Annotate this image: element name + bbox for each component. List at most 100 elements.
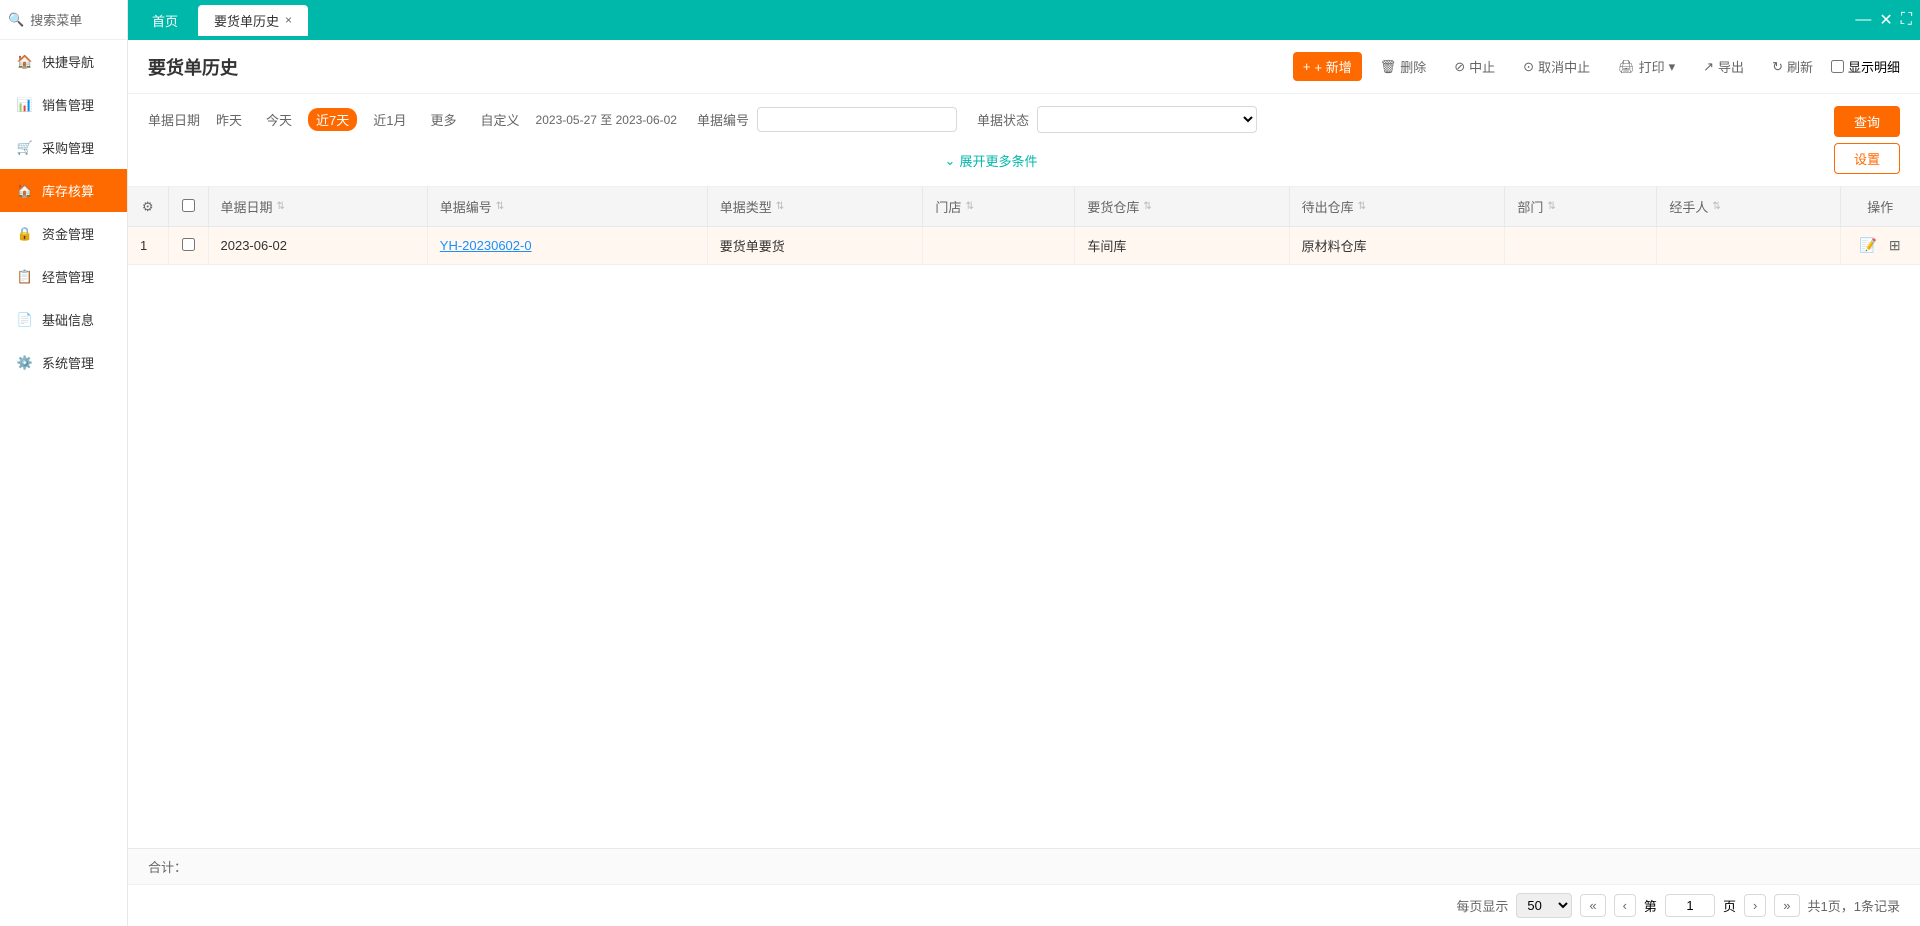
filter-setting-button[interactable]: 设置 (1834, 143, 1900, 174)
sort-icon: ⇅ (1712, 201, 1720, 212)
first-page-button[interactable]: « (1580, 894, 1605, 917)
refresh-button[interactable]: ↻ 刷新 (1762, 52, 1823, 81)
print-button-label: 打印 (1639, 57, 1665, 76)
next-page-button[interactable]: › (1744, 894, 1766, 917)
doc-icon: 📄 (16, 311, 34, 329)
page-number-input[interactable] (1665, 894, 1715, 917)
table-row[interactable]: 1 2023-06-02 YH-20230602-0 要货单要货 车间库 原材料… (128, 227, 1920, 265)
pagination: 每页显示 20 50 100 200 « ‹ 第 页 › » 共1页，1条记录 (128, 884, 1920, 926)
delete-button[interactable]: 🗑 删除 (1370, 52, 1437, 81)
doc-no-link[interactable]: YH-20230602-0 (440, 238, 532, 253)
date-btn-7days[interactable]: 近7天 (308, 108, 357, 131)
query-button[interactable]: 查询 (1834, 106, 1900, 137)
th-req-warehouse[interactable]: 要货仓库 ⇅ (1075, 187, 1289, 227)
th-settings[interactable]: ⚙ (128, 187, 168, 227)
cancel-stop-icon: ⊙ (1523, 59, 1534, 75)
sidebar-item-inventory[interactable]: 🏠 库存核算 (0, 169, 127, 212)
cart-icon: 🛒 (16, 139, 34, 157)
date-btn-more[interactable]: 更多 (423, 108, 465, 131)
th-checkbox[interactable] (168, 187, 208, 227)
expand-label: 展开更多条件 (959, 151, 1037, 170)
table-head: ⚙ 单据日期 ⇅ 单据编号 (128, 187, 1920, 227)
date-btn-yesterday[interactable]: 昨天 (208, 108, 250, 131)
th-pending-warehouse-label: 待出仓库 (1302, 197, 1354, 216)
td-doc-no[interactable]: YH-20230602-0 (427, 227, 707, 265)
doc-status-select[interactable] (1037, 106, 1257, 133)
expand-conditions-button[interactable]: ⌄ 展开更多条件 (945, 151, 1038, 170)
expand-row: ⌄ 展开更多条件 (148, 143, 1834, 170)
window-expand-icon[interactable]: ⛶ (1901, 11, 1912, 29)
last-page-button[interactable]: » (1774, 894, 1799, 917)
td-checkbox[interactable] (168, 227, 208, 265)
th-store[interactable]: 门店 ⇅ (923, 187, 1075, 227)
th-department[interactable]: 部门 ⇅ (1505, 187, 1657, 227)
th-doc-date-label: 单据日期 (221, 197, 273, 216)
page-title: 要货单历史 (148, 54, 1285, 80)
th-action-label: 操作 (1867, 200, 1893, 215)
export-button[interactable]: ↗ 导出 (1693, 52, 1754, 81)
date-btn-today[interactable]: 今天 (258, 108, 300, 131)
page-label: 第 (1644, 896, 1657, 915)
sidebar-item-system[interactable]: ⚙️ 系统管理 (0, 341, 127, 384)
sidebar-item-label: 资金管理 (42, 224, 94, 243)
tab-requisition-label: 要货单历史 (214, 11, 279, 30)
new-button[interactable]: + + 新增 (1293, 52, 1362, 81)
doc-no-label: 单据编号 (697, 110, 749, 129)
th-req-warehouse-label: 要货仓库 (1087, 197, 1139, 216)
chevron-down-icon: ⌄ (945, 153, 956, 169)
date-btn-custom[interactable]: 自定义 (473, 108, 528, 131)
print-button[interactable]: 🖨 打印 ▾ (1608, 52, 1685, 81)
td-doc-date: 2023-06-02 (208, 227, 427, 265)
th-pending-warehouse[interactable]: 待出仓库 ⇅ (1289, 187, 1505, 227)
delete-icon: 🗑 (1380, 59, 1397, 75)
td-doc-type: 要货单要货 (707, 227, 923, 265)
prev-page-button[interactable]: ‹ (1614, 894, 1636, 917)
select-all-checkbox[interactable] (182, 199, 195, 212)
sidebar-item-basic[interactable]: 📄 基础信息 (0, 298, 127, 341)
sidebar-item-operations[interactable]: 📋 经营管理 (0, 255, 127, 298)
th-handler[interactable]: 经手人 ⇅ (1657, 187, 1840, 227)
refresh-button-label: 刷新 (1787, 57, 1813, 76)
window-close-icon[interactable]: ✕ (1879, 10, 1892, 30)
sidebar-item-purchase[interactable]: 🛒 采购管理 (0, 126, 127, 169)
td-req-warehouse: 车间库 (1075, 227, 1289, 265)
filter-action-buttons: 查询 设置 (1834, 106, 1900, 174)
stop-button[interactable]: ⊘ 中止 (1444, 52, 1505, 81)
sort-icon: ⇅ (776, 201, 784, 212)
doc-no-input[interactable] (757, 107, 957, 132)
row-delete-button[interactable]: ⊞ (1885, 235, 1905, 256)
print-dropdown-icon: ▾ (1669, 59, 1676, 75)
sidebar-search[interactable]: 🔍 搜索菜单 (0, 0, 127, 40)
page-size-select[interactable]: 20 50 100 200 (1516, 893, 1572, 918)
page-suffix-label: 页 (1723, 896, 1736, 915)
display-detail-toggle[interactable]: 显示明细 (1831, 57, 1900, 76)
filter-status-group: 单据状态 (977, 106, 1257, 133)
sidebar-item-finance[interactable]: 🔒 资金管理 (0, 212, 127, 255)
date-btn-1month[interactable]: 近1月 (365, 108, 414, 131)
sidebar-item-quick-nav[interactable]: 🏠 快捷导航 (0, 40, 127, 83)
window-minimize-icon[interactable]: — (1855, 11, 1871, 29)
th-doc-no[interactable]: 单据编号 ⇅ (427, 187, 707, 227)
table-settings-icon[interactable]: ⚙ (142, 199, 154, 214)
display-detail-label: 显示明细 (1848, 57, 1900, 76)
total-info: 共1页，1条记录 (1808, 896, 1900, 915)
sidebar-item-sales[interactable]: 📊 销售管理 (0, 83, 127, 126)
home-icon: 🏠 (16, 53, 34, 71)
cancel-stop-button[interactable]: ⊙ 取消中止 (1513, 52, 1600, 81)
display-detail-checkbox[interactable] (1831, 60, 1844, 73)
row-checkbox[interactable] (182, 238, 195, 251)
tab-home-label: 首页 (152, 11, 178, 30)
filter-row-1: 单据日期 昨天 今天 近7天 近1月 更多 自定义 2023-05-27 至 2… (148, 106, 1834, 133)
lock-icon: 🔒 (16, 225, 34, 243)
sidebar-item-label: 销售管理 (42, 95, 94, 114)
date-filter-label: 单据日期 (148, 110, 200, 129)
th-doc-date[interactable]: 单据日期 ⇅ (208, 187, 427, 227)
row-edit-button[interactable]: 📝 (1856, 235, 1881, 256)
tab-close-icon[interactable]: × (285, 13, 292, 27)
tab-bar: 首页 要货单历史 × — ✕ ⛶ (128, 0, 1920, 40)
th-doc-type-label: 单据类型 (720, 197, 772, 216)
tab-requisition-history[interactable]: 要货单历史 × (198, 5, 308, 36)
tab-home[interactable]: 首页 (136, 5, 194, 36)
th-doc-type[interactable]: 单据类型 ⇅ (707, 187, 923, 227)
td-index: 1 (128, 227, 168, 265)
